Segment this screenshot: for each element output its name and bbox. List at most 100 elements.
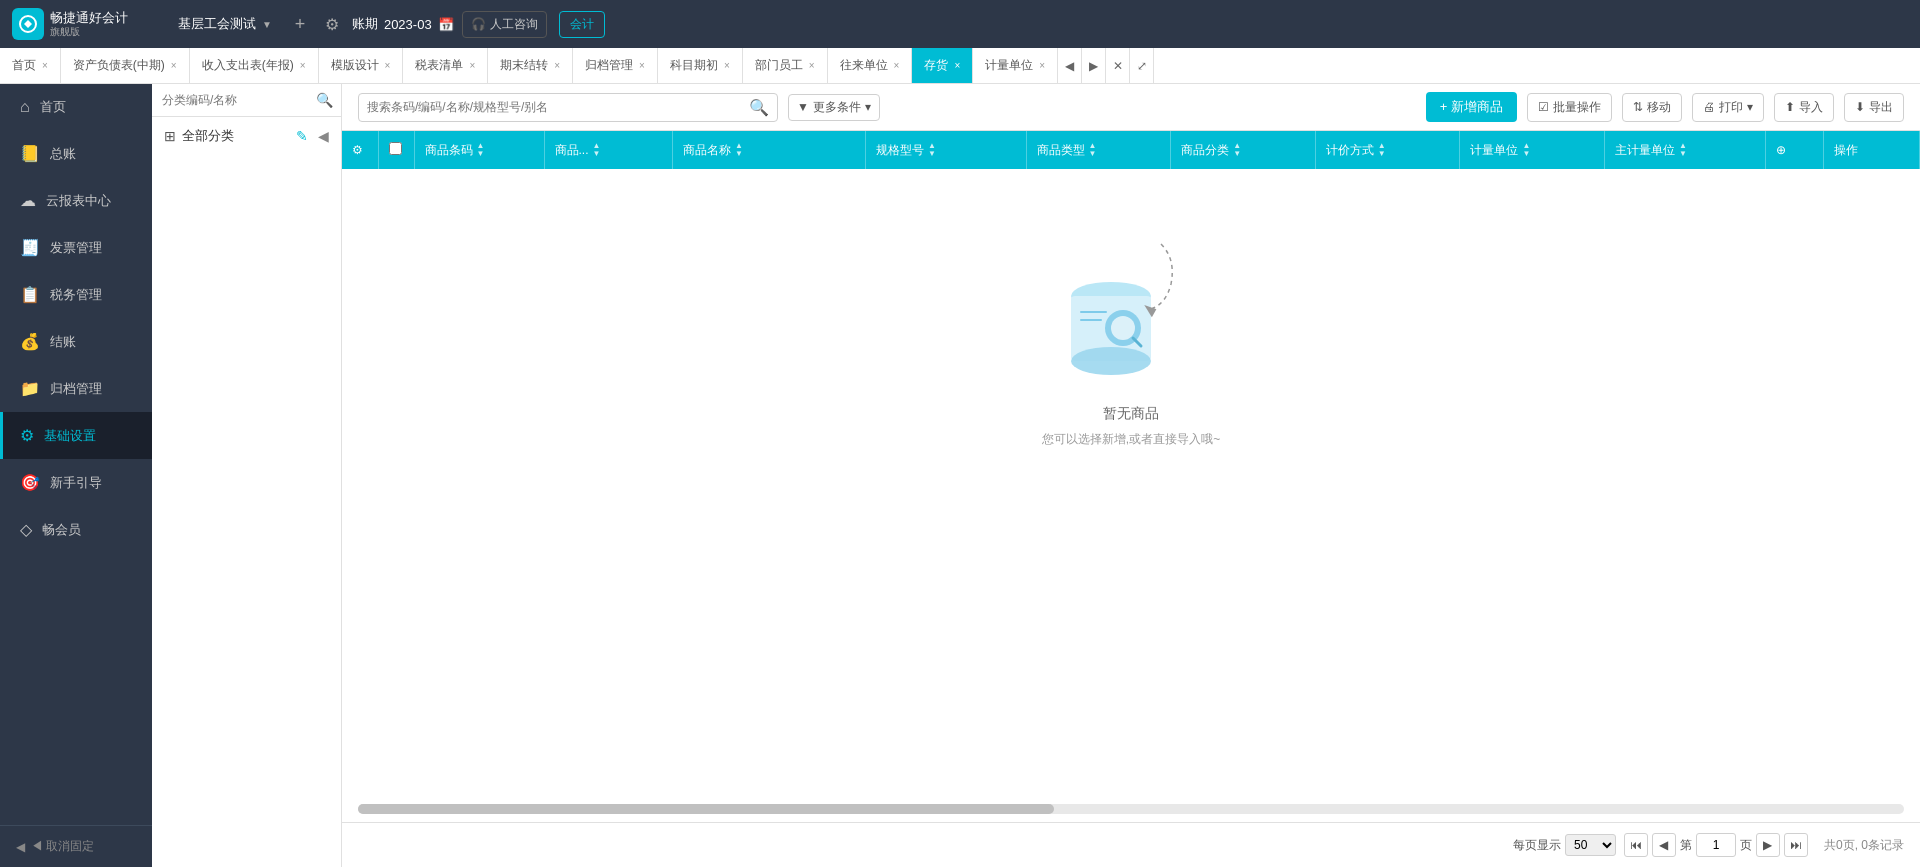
more-filter-button[interactable]: ▼ 更多条件 ▾	[788, 94, 880, 121]
tab-period-carry[interactable]: 期末结转 ×	[488, 48, 573, 84]
close-icon[interactable]: ×	[894, 60, 900, 71]
close-icon[interactable]: ×	[639, 60, 645, 71]
tab-expand-button[interactable]: ⤢	[1130, 48, 1154, 84]
move-icon: ⇅	[1633, 100, 1643, 114]
account-button[interactable]: 会计	[559, 11, 605, 38]
calendar-icon[interactable]: 📅	[438, 17, 454, 32]
column-settings-icon[interactable]: ⚙	[352, 143, 363, 157]
close-icon[interactable]: ×	[554, 60, 560, 71]
panel-layout: 🔍 ⊞ 全部分类 ✎ ◀ 🔍 ▼	[152, 84, 1920, 867]
header-right: 🎧 人工咨询 会计	[462, 11, 605, 38]
add-column-icon[interactable]: ⊕	[1776, 143, 1786, 157]
tab-archive[interactable]: 归档管理 ×	[573, 48, 658, 84]
tab-bar: 首页 × 资产负债表(中期) × 收入支出表(年报) × 模版设计 × 税表清单…	[0, 48, 1920, 84]
sort-arrows-spec: ▲▼	[928, 142, 936, 158]
page-input[interactable]	[1696, 833, 1736, 857]
main-layout: ⌂ 首页 📒 总账 ☁ 云报表中心 🧾 发票管理 📋 税务管理 💰 结账 📁 归…	[0, 84, 1920, 867]
sidebar-item-ledger[interactable]: 📒 总账	[0, 130, 152, 177]
close-icon[interactable]: ×	[954, 60, 960, 71]
table-col-code[interactable]: 商品... ▲▼	[544, 131, 673, 169]
import-icon: ⬆	[1785, 100, 1795, 114]
chevron-down-icon: ▼	[262, 19, 272, 30]
close-icon[interactable]: ×	[469, 60, 475, 71]
last-page-button[interactable]: ⏭	[1784, 833, 1808, 857]
table-col-spec[interactable]: 规格型号 ▲▼	[865, 131, 1026, 169]
table-col-settings[interactable]: ⚙	[342, 131, 378, 169]
import-button[interactable]: ⬆ 导入	[1774, 93, 1834, 122]
tab-dept-staff[interactable]: 部门员工 ×	[743, 48, 828, 84]
print-button[interactable]: 🖨 打印 ▾	[1692, 93, 1764, 122]
cloud-icon: ☁	[20, 191, 36, 210]
tab-balance-sheet[interactable]: 资产负债表(中期) ×	[61, 48, 190, 84]
tab-unit[interactable]: 计量单位 ×	[973, 48, 1058, 84]
close-icon[interactable]: ×	[171, 60, 177, 71]
sidebar-item-closing[interactable]: 💰 结账	[0, 318, 152, 365]
tab-income-expense[interactable]: 收入支出表(年报) ×	[190, 48, 319, 84]
category-search-input[interactable]	[162, 93, 312, 107]
close-icon[interactable]: ×	[42, 60, 48, 71]
invoice-icon: 🧾	[20, 238, 40, 257]
close-icon[interactable]: ×	[724, 60, 730, 71]
sidebar-item-member[interactable]: ◇ 畅会员	[0, 506, 152, 553]
table-col-checkbox[interactable]	[378, 131, 414, 169]
tab-subject-init[interactable]: 科目期初 ×	[658, 48, 743, 84]
content-area: 🔍 ⊞ 全部分类 ✎ ◀ 🔍 ▼	[152, 84, 1920, 867]
edit-category-icon[interactable]: ✎	[296, 128, 308, 144]
horizontal-scroll[interactable]	[342, 800, 1920, 822]
export-icon: ⬇	[1855, 100, 1865, 114]
sidebar-item-guide[interactable]: 🎯 新手引导	[0, 459, 152, 506]
sidebar-item-archive[interactable]: 📁 归档管理	[0, 365, 152, 412]
sidebar-item-tax[interactable]: 📋 税务管理	[0, 271, 152, 318]
tab-counterpart[interactable]: 往来单位 ×	[828, 48, 913, 84]
table-col-main-unit[interactable]: 主计量单位 ▲▼	[1604, 131, 1765, 169]
headset-icon: 🎧	[471, 17, 486, 31]
support-button[interactable]: 🎧 人工咨询	[462, 11, 547, 38]
product-search-input[interactable]	[367, 100, 743, 114]
settings-button[interactable]: ⚙	[320, 12, 344, 36]
tab-close-all-button[interactable]: ✕	[1106, 48, 1130, 84]
export-button[interactable]: ⬇ 导出	[1844, 93, 1904, 122]
closing-icon: 💰	[20, 332, 40, 351]
product-search-bar: 🔍 ▼ 更多条件 ▾ + 新增商品 ☑ 批量操作	[342, 84, 1920, 131]
next-page-button[interactable]: ▶	[1756, 833, 1780, 857]
prev-page-button[interactable]: ◀	[1652, 833, 1676, 857]
print-icon: 🖨	[1703, 100, 1715, 114]
tab-tax-list[interactable]: 税表清单 ×	[403, 48, 488, 84]
empty-state: 暂无商品 您可以选择新增,或者直接导入哦~	[342, 169, 1920, 508]
table-col-type[interactable]: 商品类型 ▲▼	[1026, 131, 1171, 169]
batch-operation-button[interactable]: ☑ 批量操作	[1527, 93, 1612, 122]
table-col-unit[interactable]: 计量单位 ▲▼	[1460, 131, 1605, 169]
company-selector[interactable]: 基层工会测试 ▼	[170, 11, 280, 37]
close-icon[interactable]: ×	[385, 60, 391, 71]
tab-template-design[interactable]: 模版设计 ×	[319, 48, 404, 84]
add-tab-button[interactable]: +	[288, 12, 312, 36]
search-icon[interactable]: 🔍	[749, 98, 769, 117]
sidebar-collapse-button[interactable]: ◀ ◀ 取消固定	[0, 825, 152, 867]
select-all-checkbox[interactable]	[389, 142, 402, 155]
table-col-extra[interactable]: ⊕	[1765, 131, 1823, 169]
close-icon[interactable]: ×	[1039, 60, 1045, 71]
sidebar-item-settings[interactable]: ⚙ 基础设置	[0, 412, 152, 459]
sidebar-item-reports[interactable]: ☁ 云报表中心	[0, 177, 152, 224]
close-icon[interactable]: ×	[809, 60, 815, 71]
first-page-button[interactable]: ⏮	[1624, 833, 1648, 857]
tab-homepage[interactable]: 首页 ×	[0, 48, 61, 84]
table-col-name[interactable]: 商品名称 ▲▼	[673, 131, 866, 169]
table-col-barcode[interactable]: 商品条码 ▲▼	[414, 131, 544, 169]
guide-icon: 🎯	[20, 473, 40, 492]
table-col-category[interactable]: 商品分类 ▲▼	[1171, 131, 1316, 169]
table-col-pricing[interactable]: 计价方式 ▲▼	[1315, 131, 1460, 169]
tab-next-button[interactable]: ▶	[1082, 48, 1106, 84]
sidebar-item-home[interactable]: ⌂ 首页	[0, 84, 152, 130]
tab-inventory[interactable]: 存货 ×	[912, 48, 973, 84]
category-search-icon[interactable]: 🔍	[316, 92, 333, 108]
scroll-thumb[interactable]	[358, 804, 1054, 814]
sidebar-item-invoice[interactable]: 🧾 发票管理	[0, 224, 152, 271]
tab-prev-button[interactable]: ◀	[1058, 48, 1082, 84]
page-size-select[interactable]: 10 20 50 100	[1565, 834, 1616, 856]
move-button[interactable]: ⇅ 移动	[1622, 93, 1682, 122]
all-categories-item[interactable]: ⊞ 全部分类 ✎ ◀	[152, 117, 341, 155]
collapse-panel-icon[interactable]: ◀	[318, 128, 329, 144]
add-product-button[interactable]: + 新增商品	[1426, 92, 1517, 122]
close-icon[interactable]: ×	[300, 60, 306, 71]
